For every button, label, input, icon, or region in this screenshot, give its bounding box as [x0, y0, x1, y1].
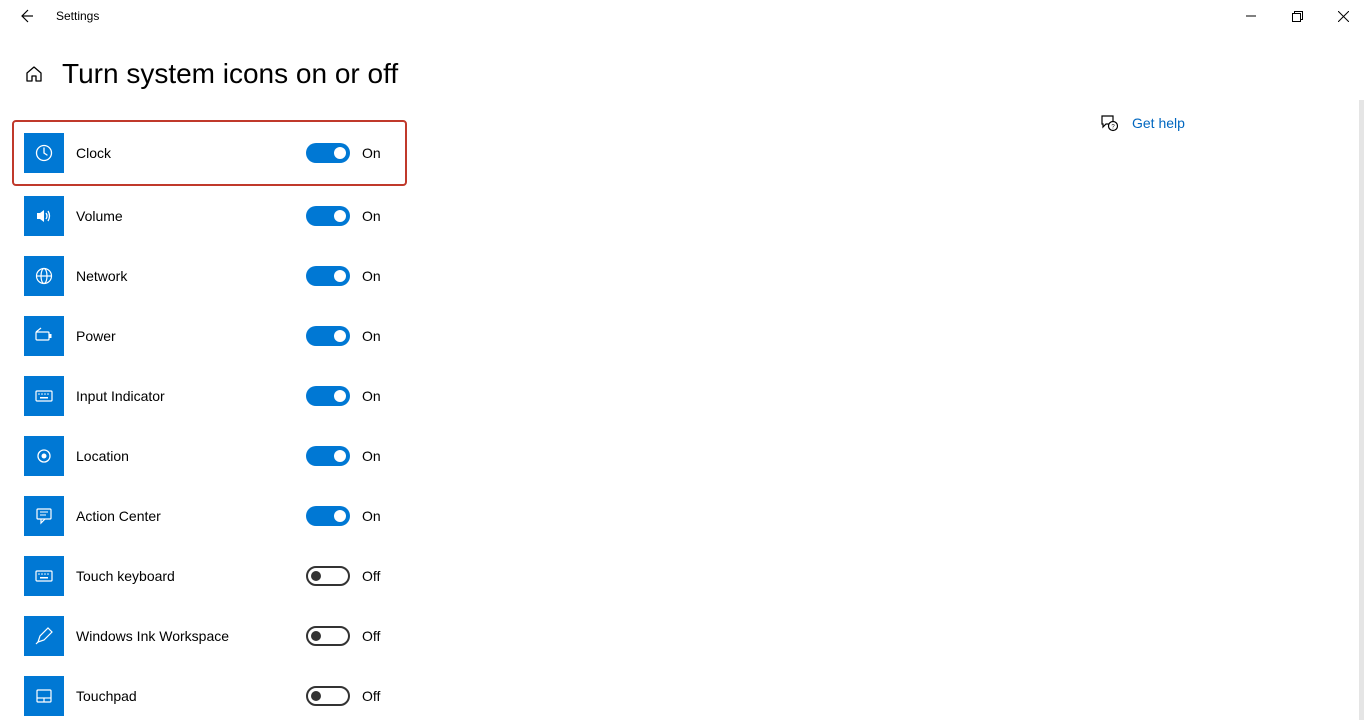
icon-row-action-center: Action Center On [24, 486, 700, 546]
icon-toggle-list: ClockOnVolumeOnNetworkOnPowerOnInput Ind… [0, 120, 700, 726]
item-label: Network [76, 268, 306, 284]
toggle-wrap: On [306, 143, 381, 163]
toggle-state-label: Off [362, 688, 380, 704]
toggle-state-label: On [362, 145, 381, 161]
icon-row-touchpad: Touchpad Off [24, 666, 700, 726]
globe-icon [24, 256, 64, 296]
toggle-wrap: On [306, 446, 381, 466]
toggle-switch[interactable] [306, 626, 350, 646]
volume-icon [24, 196, 64, 236]
maximize-icon [1292, 11, 1303, 22]
toggle-switch[interactable] [306, 686, 350, 706]
clock-icon [24, 133, 64, 173]
icon-row-windows-ink-workspace: Windows Ink Workspace Off [24, 606, 700, 666]
icon-row-power: Power On [24, 306, 700, 366]
battery-icon [24, 316, 64, 356]
toggle-state-label: On [362, 448, 381, 464]
toggle-thumb [334, 330, 346, 342]
page-title: Turn system icons on or off [62, 58, 398, 90]
toggle-thumb [334, 390, 346, 402]
toggle-switch[interactable] [306, 566, 350, 586]
toggle-wrap: On [306, 266, 381, 286]
chat-help-icon: ? [1100, 114, 1118, 132]
toggle-thumb [311, 631, 321, 641]
toggle-switch[interactable] [306, 506, 350, 526]
help-section: ? Get help [1100, 114, 1185, 132]
item-label: Input Indicator [76, 388, 306, 404]
toggle-wrap: On [306, 386, 381, 406]
window-controls [1228, 0, 1366, 32]
toggle-wrap: Off [306, 686, 380, 706]
toggle-state-label: On [362, 388, 381, 404]
toggle-wrap: On [306, 326, 381, 346]
get-help-link[interactable]: Get help [1132, 115, 1185, 131]
icon-row-network: Network On [24, 246, 700, 306]
content-area: ClockOnVolumeOnNetworkOnPowerOnInput Ind… [0, 90, 1366, 726]
home-button[interactable] [24, 64, 44, 84]
message-icon [24, 496, 64, 536]
item-label: Clock [76, 145, 306, 161]
keyboard-icon [24, 376, 64, 416]
toggle-thumb [334, 147, 346, 159]
toggle-thumb [311, 691, 321, 701]
toggle-wrap: On [306, 506, 381, 526]
app-title: Settings [56, 9, 99, 23]
maximize-button[interactable] [1274, 0, 1320, 32]
toggle-switch[interactable] [306, 446, 350, 466]
keyboard-icon [24, 556, 64, 596]
scrollbar[interactable] [1359, 100, 1364, 720]
toggle-switch[interactable] [306, 386, 350, 406]
toggle-wrap: On [306, 206, 381, 226]
item-label: Power [76, 328, 306, 344]
icon-row-input-indicator: Input Indicator On [24, 366, 700, 426]
item-label: Volume [76, 208, 306, 224]
icon-row-touch-keyboard: Touch keyboard Off [24, 546, 700, 606]
toggle-state-label: On [362, 208, 381, 224]
icon-row-clock: Clock On [12, 120, 407, 186]
toggle-wrap: Off [306, 566, 380, 586]
toggle-state-label: On [362, 328, 381, 344]
toggle-thumb [334, 450, 346, 462]
toggle-switch[interactable] [306, 143, 350, 163]
item-label: Location [76, 448, 306, 464]
toggle-thumb [334, 270, 346, 282]
close-icon [1338, 11, 1349, 22]
item-label: Action Center [76, 508, 306, 524]
toggle-state-label: Off [362, 568, 380, 584]
arrow-left-icon [18, 8, 34, 24]
pen-icon [24, 616, 64, 656]
toggle-thumb [334, 210, 346, 222]
minimize-button[interactable] [1228, 0, 1274, 32]
toggle-thumb [334, 510, 346, 522]
titlebar-left: Settings [0, 6, 99, 26]
toggle-state-label: On [362, 268, 381, 284]
toggle-switch[interactable] [306, 266, 350, 286]
page-header: Turn system icons on or off [0, 32, 1366, 90]
back-button[interactable] [16, 6, 36, 26]
location-dot-icon [24, 436, 64, 476]
icon-row-location: Location On [24, 426, 700, 486]
toggle-thumb [311, 571, 321, 581]
toggle-wrap: Off [306, 626, 380, 646]
titlebar: Settings [0, 0, 1366, 32]
home-icon [25, 65, 43, 83]
icon-row-volume: Volume On [24, 186, 700, 246]
toggle-switch[interactable] [306, 206, 350, 226]
close-button[interactable] [1320, 0, 1366, 32]
item-label: Windows Ink Workspace [76, 628, 306, 644]
minimize-icon [1246, 11, 1256, 21]
toggle-switch[interactable] [306, 326, 350, 346]
item-label: Touchpad [76, 688, 306, 704]
item-label: Touch keyboard [76, 568, 306, 584]
toggle-state-label: Off [362, 628, 380, 644]
toggle-state-label: On [362, 508, 381, 524]
touchpad-icon [24, 676, 64, 716]
